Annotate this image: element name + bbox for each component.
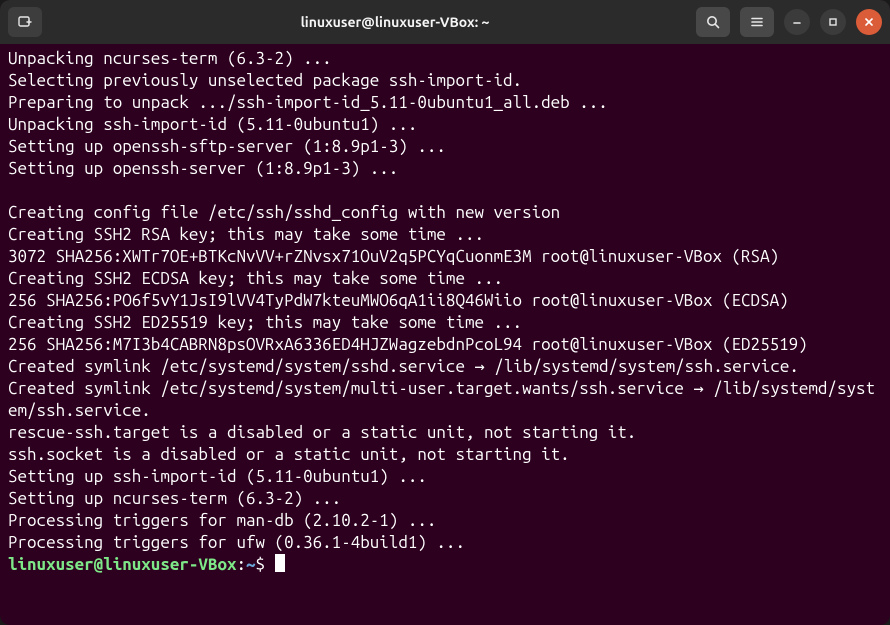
maximize-button[interactable]: [820, 9, 846, 35]
menu-button[interactable]: [740, 7, 774, 37]
prompt-colon: :: [236, 555, 246, 574]
window-title: linuxuser@linuxuser-VBox: ~: [178, 14, 612, 30]
terminal-window: linuxuser@linuxuser-VBox: ~: [0, 0, 890, 625]
search-icon: [705, 14, 721, 30]
output-lines: Unpacking ncurses-term (6.3-2) ... Selec…: [8, 49, 875, 552]
cursor: [275, 554, 285, 572]
minimize-button[interactable]: [784, 9, 810, 35]
prompt-symbol: $: [256, 555, 266, 574]
new-tab-icon: [17, 14, 33, 30]
prompt-path: ~: [246, 555, 256, 574]
titlebar: linuxuser@linuxuser-VBox: ~: [0, 0, 890, 44]
titlebar-left: [8, 7, 178, 37]
terminal-output[interactable]: Unpacking ncurses-term (6.3-2) ... Selec…: [0, 44, 890, 625]
close-icon: [863, 16, 875, 28]
new-tab-button[interactable]: [8, 7, 42, 37]
maximize-icon: [827, 16, 839, 28]
prompt-user-host: linuxuser@linuxuser-VBox: [8, 555, 236, 574]
search-button[interactable]: [696, 7, 730, 37]
close-button[interactable]: [856, 9, 882, 35]
hamburger-icon: [749, 14, 765, 30]
minimize-icon: [791, 16, 803, 28]
titlebar-right: [612, 7, 882, 37]
